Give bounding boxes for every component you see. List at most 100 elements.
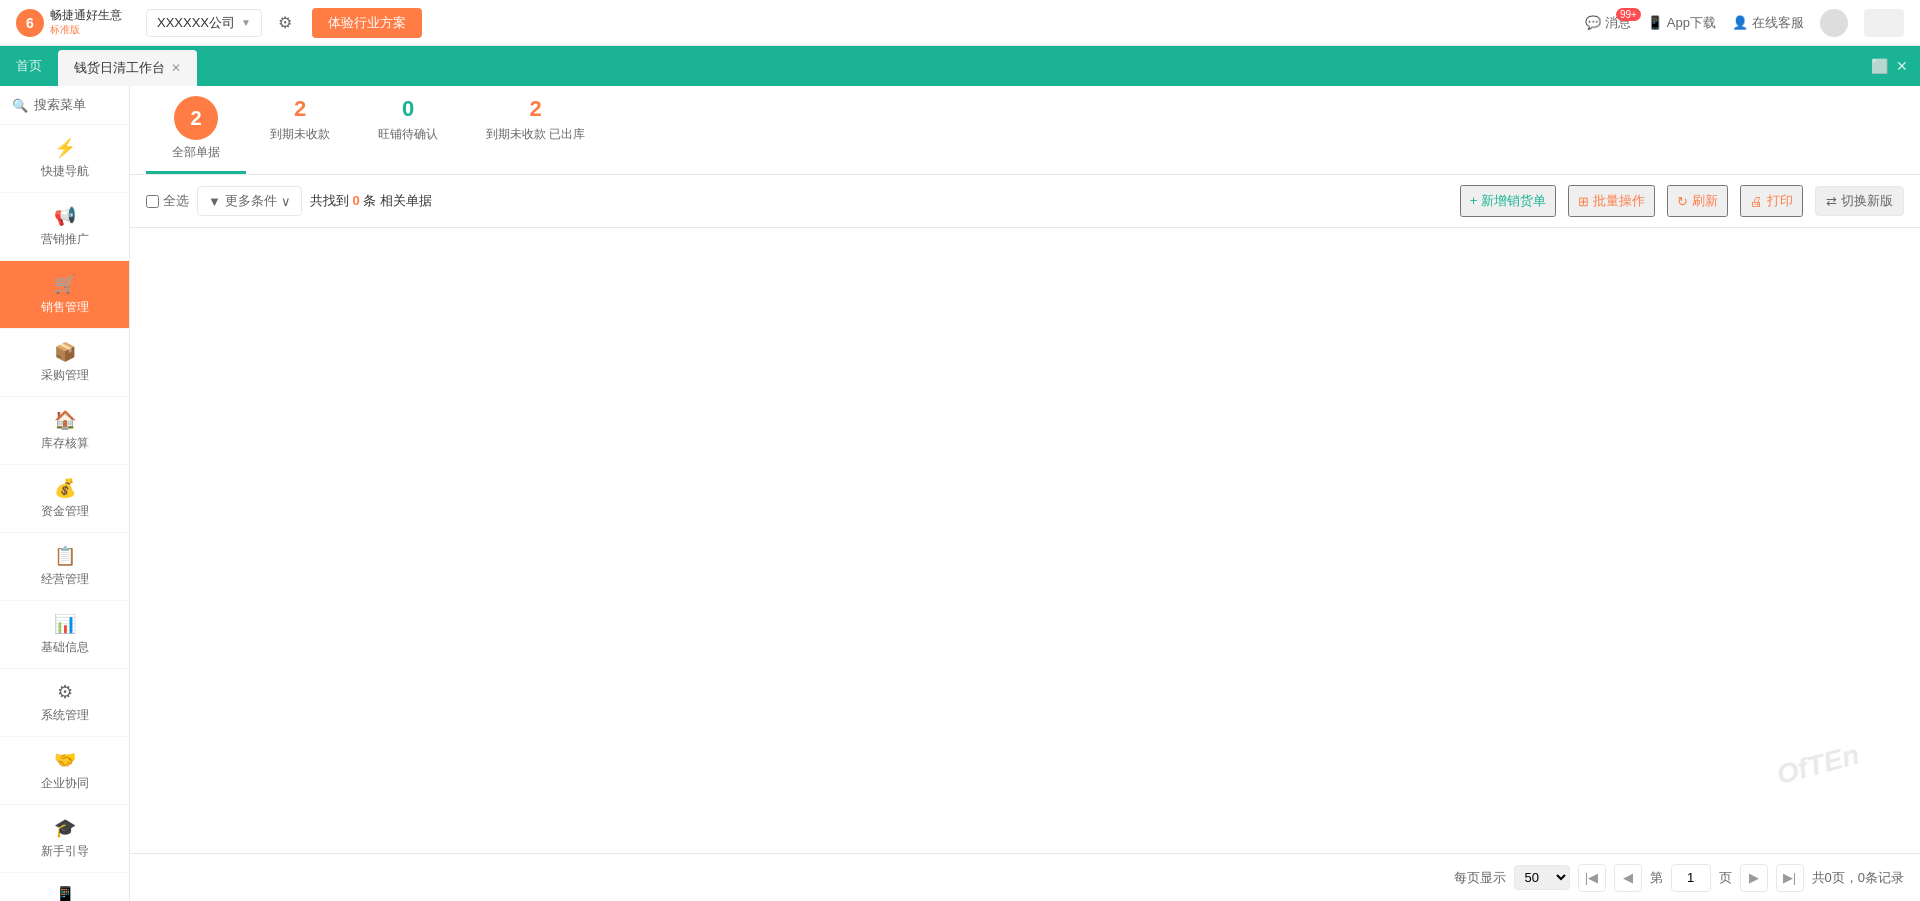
refresh-button[interactable]: ↻ 刷新 bbox=[1667, 185, 1728, 217]
filter-label: 更多条件 bbox=[225, 192, 277, 210]
add-sale-order-button[interactable]: + 新增销货单 bbox=[1460, 185, 1556, 217]
close-tab-icon[interactable]: ✕ bbox=[171, 61, 181, 75]
select-all-checkbox[interactable]: 全选 bbox=[146, 192, 189, 210]
sidebar-item-enterprise[interactable]: 🤝 企业协同 bbox=[0, 737, 129, 805]
page-label: 第 bbox=[1650, 869, 1663, 887]
found-prefix: 共找到 bbox=[310, 193, 349, 208]
content-area: 2 全部单据 2 到期未收款 0 旺铺待确认 2 到期未收款 已出库 全选 bbox=[130, 86, 1920, 901]
batch-operation-button[interactable]: ⊞ 批量操作 bbox=[1568, 185, 1655, 217]
print-button[interactable]: 🖨 打印 bbox=[1740, 185, 1803, 217]
sidebar-item-label: 基础信息 bbox=[41, 639, 89, 656]
sidebar: 🔍 搜索菜单 ⚡ 快捷导航 📢 营销推广 🛒 销售管理 📦 采购管理 🏠 库存核… bbox=[0, 86, 130, 901]
batch-icon: ⊞ bbox=[1578, 194, 1589, 209]
all-label: 全部单据 bbox=[172, 144, 220, 161]
sidebar-item-sales[interactable]: 🛒 销售管理 bbox=[0, 261, 129, 329]
sidebar-item-app-center[interactable]: 📱 应用中心 bbox=[0, 873, 129, 901]
operations-icon: 📋 bbox=[54, 545, 76, 567]
avatar[interactable] bbox=[1820, 9, 1848, 37]
stats-tab-wangpu[interactable]: 0 旺铺待确认 bbox=[354, 86, 462, 174]
enterprise-icon: 🤝 bbox=[54, 749, 76, 771]
company-name: XXXXXX公司 bbox=[157, 14, 235, 32]
first-page-btn[interactable]: |◀ bbox=[1578, 864, 1606, 892]
tab-home[interactable]: 首页 bbox=[0, 46, 58, 86]
system-icon: ⚙ bbox=[57, 681, 73, 703]
guide-icon: 🎓 bbox=[54, 817, 76, 839]
sidebar-item-inventory[interactable]: 🏠 库存核算 bbox=[0, 397, 129, 465]
sidebar-item-label: 采购管理 bbox=[41, 367, 89, 384]
chevron-down-icon: ▼ bbox=[241, 17, 251, 28]
next-page-btn[interactable]: ▶ bbox=[1740, 864, 1768, 892]
wangpu-label: 旺铺待确认 bbox=[378, 126, 438, 143]
stats-tab-shipped[interactable]: 2 到期未收款 已出库 bbox=[462, 86, 609, 174]
stats-tab-overdue[interactable]: 2 到期未收款 bbox=[246, 86, 354, 174]
all-count: 2 bbox=[174, 96, 218, 140]
sidebar-item-label: 快捷导航 bbox=[41, 163, 89, 180]
found-count: 0 bbox=[353, 193, 360, 208]
stats-tabs: 2 全部单据 2 到期未收款 0 旺铺待确认 2 到期未收款 已出库 bbox=[130, 86, 1920, 175]
app-download-label: App下载 bbox=[1667, 14, 1716, 32]
found-suffix: 条 相关单据 bbox=[363, 193, 432, 208]
last-page-btn[interactable]: ▶| bbox=[1776, 864, 1804, 892]
top-header: 6 畅捷通好生意 标准版 XXXXXX公司 ▼ ⚙ 体验行业方案 💬 消息 99… bbox=[0, 0, 1920, 46]
settings-icon[interactable]: ⚙ bbox=[270, 8, 300, 38]
sidebar-item-operations[interactable]: 📋 经营管理 bbox=[0, 533, 129, 601]
app-version: 标准版 bbox=[50, 23, 122, 37]
quick-nav-icon: ⚡ bbox=[54, 137, 76, 159]
switch-icon: ⇄ bbox=[1826, 194, 1837, 209]
overdue-label: 到期未收款 bbox=[270, 126, 330, 143]
inventory-icon: 🏠 bbox=[54, 409, 76, 431]
app-download-btn[interactable]: 📱 App下载 bbox=[1647, 14, 1716, 32]
select-all-label: 全选 bbox=[163, 192, 189, 210]
sidebar-item-system[interactable]: ⚙ 系统管理 bbox=[0, 669, 129, 737]
sidebar-item-label: 系统管理 bbox=[41, 707, 89, 724]
sidebar-item-label: 企业协同 bbox=[41, 775, 89, 792]
sidebar-item-label: 经营管理 bbox=[41, 571, 89, 588]
logo-area: 6 畅捷通好生意 标准版 bbox=[16, 8, 146, 38]
sidebar-item-marketing[interactable]: 📢 营销推广 bbox=[0, 193, 129, 261]
found-text: 共找到 0 条 相关单据 bbox=[310, 192, 432, 210]
overdue-count: 2 bbox=[294, 96, 306, 122]
logo-icon: 6 bbox=[16, 9, 44, 37]
sidebar-item-label: 销售管理 bbox=[41, 299, 89, 316]
message-btn[interactable]: 💬 消息 99+ bbox=[1585, 14, 1631, 32]
sidebar-item-quick-nav[interactable]: ⚡ 快捷导航 bbox=[0, 125, 129, 193]
switch-label: 切换新版 bbox=[1841, 192, 1893, 210]
tab-bar-actions: ⬜ ✕ bbox=[1871, 46, 1920, 86]
page-input[interactable] bbox=[1671, 864, 1711, 892]
purchase-icon: 📦 bbox=[54, 341, 76, 363]
sidebar-item-label: 资金管理 bbox=[41, 503, 89, 520]
prev-page-btn[interactable]: ◀ bbox=[1614, 864, 1642, 892]
sidebar-search[interactable]: 🔍 搜索菜单 bbox=[0, 86, 129, 125]
switch-version-button[interactable]: ⇄ 切换新版 bbox=[1815, 186, 1904, 216]
print-label: 打印 bbox=[1767, 192, 1793, 210]
trial-button[interactable]: 体验行业方案 bbox=[312, 8, 422, 38]
shipped-count: 2 bbox=[530, 96, 542, 122]
main-layout: 🔍 搜索菜单 ⚡ 快捷导航 📢 营销推广 🛒 销售管理 📦 采购管理 🏠 库存核… bbox=[0, 86, 1920, 901]
sidebar-item-label: 营销推广 bbox=[41, 231, 89, 248]
print-icon: 🖨 bbox=[1750, 194, 1763, 209]
pagination-bar: 每页显示 50 20 100 |◀ ◀ 第 页 ▶ ▶| 共0页，0条记录 bbox=[130, 853, 1920, 901]
user-name bbox=[1864, 9, 1904, 37]
online-service-btn[interactable]: 👤 在线客服 bbox=[1732, 14, 1804, 32]
sidebar-item-purchase[interactable]: 📦 采购管理 bbox=[0, 329, 129, 397]
tab-workbench[interactable]: 钱货日清工作台 ✕ bbox=[58, 50, 197, 86]
toolbar-right: + 新增销货单 ⊞ 批量操作 ↻ 刷新 🖨 打印 ⇄ 切换新版 bbox=[1460, 185, 1904, 217]
refresh-icon: ↻ bbox=[1677, 194, 1688, 209]
per-page-select[interactable]: 50 20 100 bbox=[1514, 865, 1570, 890]
wangpu-count: 0 bbox=[402, 96, 414, 122]
sidebar-item-guide[interactable]: 🎓 新手引导 bbox=[0, 805, 129, 873]
company-selector[interactable]: XXXXXX公司 ▼ bbox=[146, 9, 262, 37]
filter-icon: ▼ bbox=[208, 194, 221, 209]
message-icon: 💬 bbox=[1585, 15, 1601, 30]
stats-tab-all[interactable]: 2 全部单据 bbox=[146, 86, 246, 174]
select-all-input[interactable] bbox=[146, 195, 159, 208]
header-right: 💬 消息 99+ 📱 App下载 👤 在线客服 bbox=[1585, 9, 1904, 37]
sidebar-item-basic-info[interactable]: 📊 基础信息 bbox=[0, 601, 129, 669]
tab-close-btn[interactable]: ✕ bbox=[1896, 58, 1908, 74]
tab-restore-btn[interactable]: ⬜ bbox=[1871, 58, 1888, 74]
sidebar-item-finance[interactable]: 💰 资金管理 bbox=[0, 465, 129, 533]
app-name: 畅捷通好生意 bbox=[50, 8, 122, 24]
tab-home-label: 首页 bbox=[16, 57, 42, 75]
marketing-icon: 📢 bbox=[54, 205, 76, 227]
filter-button[interactable]: ▼ 更多条件 ∨ bbox=[197, 186, 302, 216]
